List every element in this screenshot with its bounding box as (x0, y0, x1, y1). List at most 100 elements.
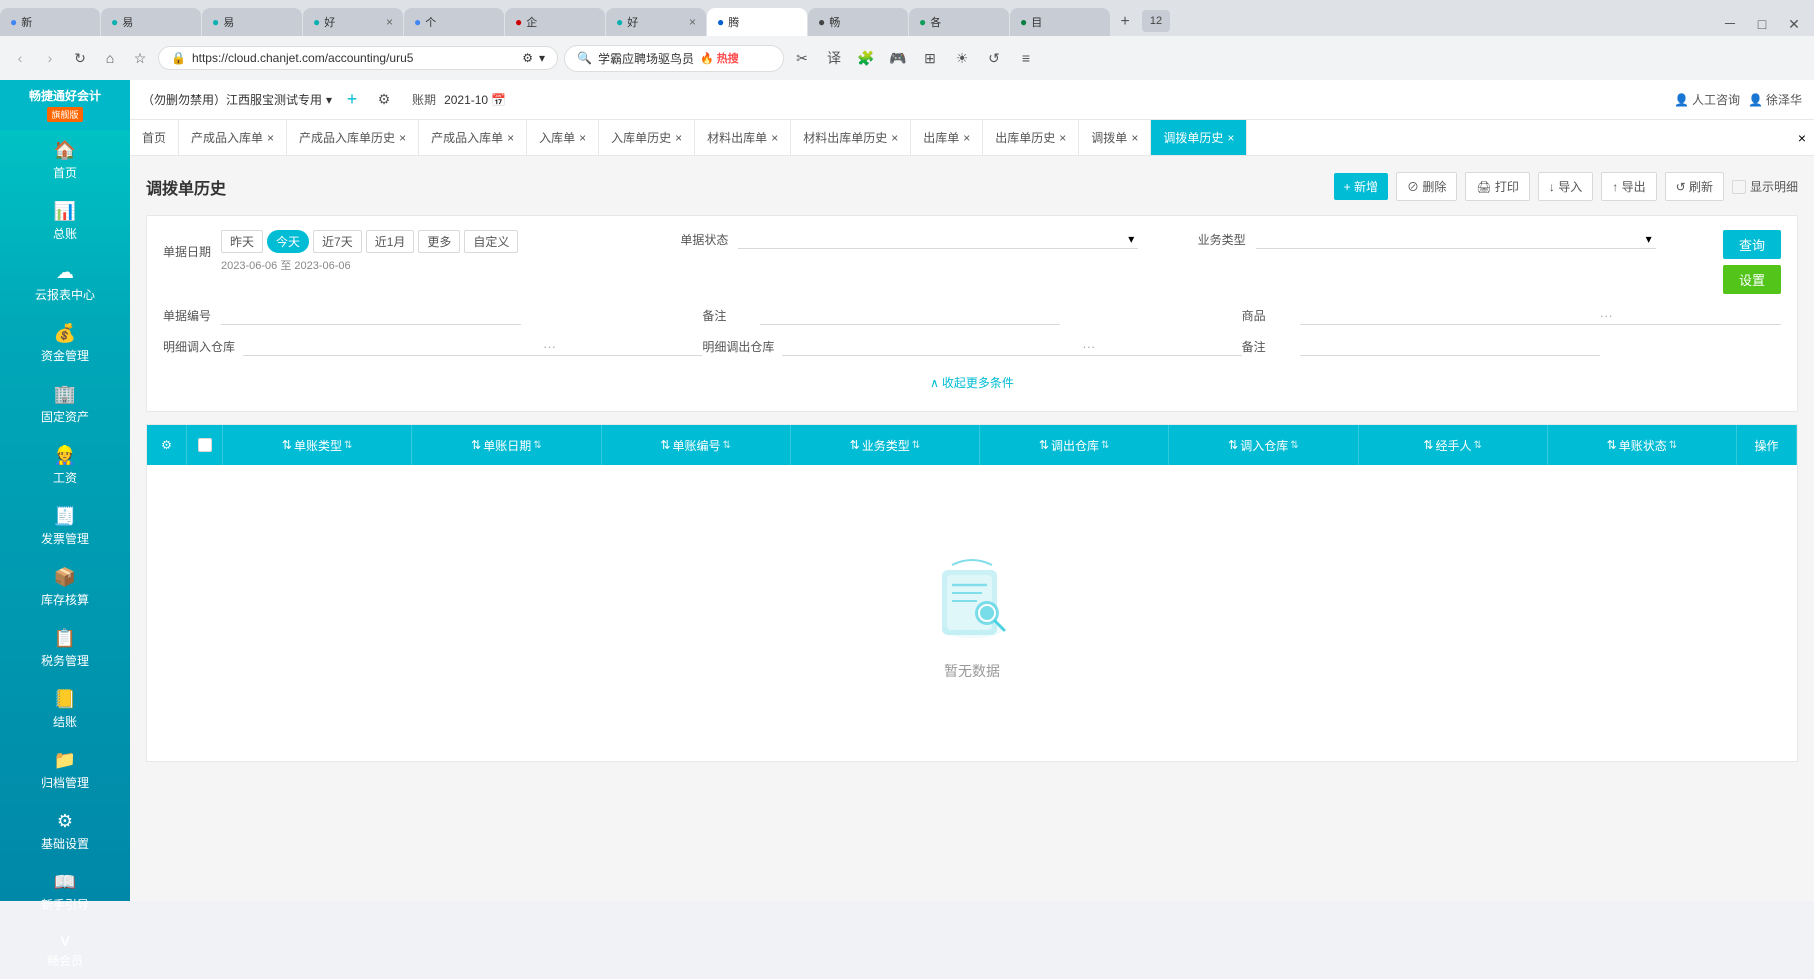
new-tab-button[interactable]: + (1111, 8, 1139, 36)
page-tab-home[interactable]: 首页 (130, 120, 179, 155)
user-info[interactable]: 👤 徐泽华 (1748, 91, 1802, 108)
query-button[interactable]: 查询 (1723, 230, 1781, 259)
sidebar-item-archive[interactable]: 📁 归档管理 (0, 740, 130, 801)
in-warehouse-filter-input[interactable] (243, 337, 543, 355)
settings-gear-icon[interactable]: ⚙ (372, 88, 396, 112)
out-warehouse-filter-more-icon[interactable]: ··· (1082, 339, 1095, 354)
close-window-button[interactable]: ✕ (1782, 12, 1806, 36)
browser-tab-3[interactable]: ● 易 (202, 8, 302, 36)
menu-icon[interactable]: ≡ (1014, 46, 1038, 70)
browser-tab-1[interactable]: ● 新 (0, 8, 100, 36)
note2-filter-input[interactable] (1300, 337, 1600, 356)
sidebar-item-vip[interactable]: V 畅会员 (0, 923, 130, 979)
table-col-handler[interactable]: ⇅ 经手人 ⇅ (1359, 425, 1548, 465)
voucher-filter-input[interactable] (221, 306, 521, 325)
page-tab-material-out[interactable]: 材料出库单 × (695, 120, 791, 155)
page-tab-close-2[interactable]: × (399, 131, 406, 145)
page-tab-finished-goods-in-2[interactable]: 产成品入库单 × (419, 120, 527, 155)
table-col-biz[interactable]: ⇅ 业务类型 ⇅ (791, 425, 980, 465)
period-value[interactable]: 2021-10 📅 (444, 93, 506, 107)
out-warehouse-filter-input[interactable] (782, 337, 1082, 355)
home-button[interactable]: ⌂ (98, 46, 122, 70)
goods-filter-more-icon[interactable]: ··· (1600, 308, 1613, 323)
extension-icon[interactable]: 🧩 (854, 46, 878, 70)
sidebar-item-tax[interactable]: 📋 税务管理 (0, 618, 130, 679)
date-btn-7days[interactable]: 近7天 (313, 230, 362, 253)
sidebar-item-inventory[interactable]: 📦 库存核算 (0, 557, 130, 618)
biz-type-filter-select[interactable]: ▾ (1256, 230, 1656, 249)
page-tab-transfer-history[interactable]: 调拨单历史 × (1151, 120, 1247, 155)
history-icon[interactable]: ↺ (982, 46, 1006, 70)
date-btn-1month[interactable]: 近1月 (366, 230, 415, 253)
sidebar-item-close-account[interactable]: 📒 结账 (0, 679, 130, 740)
grid-icon[interactable]: ⊞ (918, 46, 942, 70)
browser-tab-2[interactable]: ● 易 (101, 8, 201, 36)
address-bar[interactable]: 🔒 https://cloud.chanjet.com/accounting/u… (158, 46, 558, 70)
table-col-num[interactable]: ⇅ 单账编号 ⇅ (602, 425, 791, 465)
page-tab-in-order-history[interactable]: 入库单历史 × (599, 120, 695, 155)
date-btn-custom[interactable]: 自定义 (464, 230, 518, 253)
page-tab-finished-goods-in-history[interactable]: 产成品入库单历史 × (287, 120, 419, 155)
page-tab-out-order[interactable]: 出库单 × (911, 120, 983, 155)
page-tab-finished-goods-in[interactable]: 产成品入库单 × (179, 120, 287, 155)
page-tab-close-6[interactable]: × (771, 131, 778, 145)
page-tab-close-4[interactable]: × (579, 131, 586, 145)
table-col-status[interactable]: ⇅ 单账状态 ⇅ (1548, 425, 1737, 465)
sidebar-item-guide[interactable]: 📖 新手引导 (0, 862, 130, 923)
date-btn-today[interactable]: 今天 (267, 230, 309, 253)
status-filter-select[interactable]: ▾ (738, 230, 1138, 249)
minimize-button[interactable]: － (1718, 12, 1742, 36)
in-warehouse-filter-more-icon[interactable]: ··· (543, 339, 556, 354)
display-toggle[interactable]: 显示明细 (1732, 178, 1798, 195)
sidebar-item-cloud-report[interactable]: ☁ 云报表中心 (0, 252, 130, 313)
sidebar-item-basic-settings[interactable]: ⚙ 基础设置 (0, 801, 130, 862)
table-col-in[interactable]: ⇅ 调入仓库 ⇅ (1169, 425, 1358, 465)
customer-service[interactable]: 👤 人工咨询 (1674, 91, 1740, 108)
page-tab-close-3[interactable]: × (507, 131, 514, 145)
company-selector[interactable]: （勿删勿禁用）江西服宝测试专用 ▾ (142, 91, 332, 108)
browser-tab-9[interactable]: ● 畅 (808, 8, 908, 36)
sidebar-item-invoice[interactable]: 🧾 发票管理 (0, 496, 130, 557)
bookmark-button[interactable]: ☆ (128, 46, 152, 70)
filter-settings-button[interactable]: 设置 (1723, 265, 1781, 294)
close-all-tabs-button[interactable]: × (1798, 130, 1806, 146)
maximize-button[interactable]: □ (1750, 12, 1774, 36)
refresh-button[interactable]: ↻ (68, 46, 92, 70)
print-button[interactable]: 🖨 打印 (1465, 172, 1530, 201)
sidebar-item-home[interactable]: 🏠 首页 (0, 130, 130, 191)
page-tab-close-5[interactable]: × (675, 131, 682, 145)
add-company-button[interactable]: + (340, 88, 364, 112)
table-col-type[interactable]: ⇅ 单账类型 ⇅ (223, 425, 412, 465)
refresh-button-content[interactable]: ↺ 刷新 (1665, 172, 1724, 201)
sidebar-item-ledger[interactable]: 📊 总账 (0, 191, 130, 252)
brightness-icon[interactable]: ☀ (950, 46, 974, 70)
page-tab-close-1[interactable]: × (267, 131, 274, 145)
delete-button[interactable]: ⊘ 删除 (1396, 172, 1457, 201)
forward-button[interactable]: › (38, 46, 62, 70)
game-icon[interactable]: 🎮 (886, 46, 910, 70)
select-all-checkbox[interactable] (198, 438, 212, 452)
page-tab-close-7[interactable]: × (891, 131, 898, 145)
table-col-check[interactable] (187, 425, 223, 465)
page-tab-close-11[interactable]: × (1227, 131, 1234, 145)
sidebar-item-capital[interactable]: 💰 资金管理 (0, 313, 130, 374)
date-btn-more[interactable]: 更多 (418, 230, 460, 253)
search-bar[interactable]: 🔍 学霸应聘场驱鸟员 🔥 热搜 (564, 45, 784, 72)
collapse-button[interactable]: ∧ 收起更多条件 (163, 368, 1781, 397)
table-col-date[interactable]: ⇅ 单账日期 ⇅ (412, 425, 601, 465)
import-button[interactable]: ↓ 导入 (1538, 172, 1593, 201)
browser-tab-4[interactable]: ● 好 × (303, 8, 403, 36)
back-button[interactable]: ‹ (8, 46, 32, 70)
table-col-gear[interactable]: ⚙ (147, 425, 187, 465)
tab-close-7[interactable]: × (689, 15, 696, 29)
sidebar-item-payroll[interactable]: 👷 工资 (0, 435, 130, 496)
page-tab-transfer[interactable]: 调拨单 × (1079, 120, 1151, 155)
page-tab-out-order-history[interactable]: 出库单历史 × (983, 120, 1079, 155)
page-tab-close-8[interactable]: × (963, 131, 970, 145)
page-tab-in-order[interactable]: 入库单 × (527, 120, 599, 155)
browser-tab-6[interactable]: ● 企 (505, 8, 605, 36)
browser-tab-8[interactable]: ● 腾 (707, 8, 807, 36)
tab-close-4[interactable]: × (386, 15, 393, 29)
browser-tab-5[interactable]: ● 个 (404, 8, 504, 36)
page-tab-material-out-history[interactable]: 材料出库单历史 × (791, 120, 911, 155)
